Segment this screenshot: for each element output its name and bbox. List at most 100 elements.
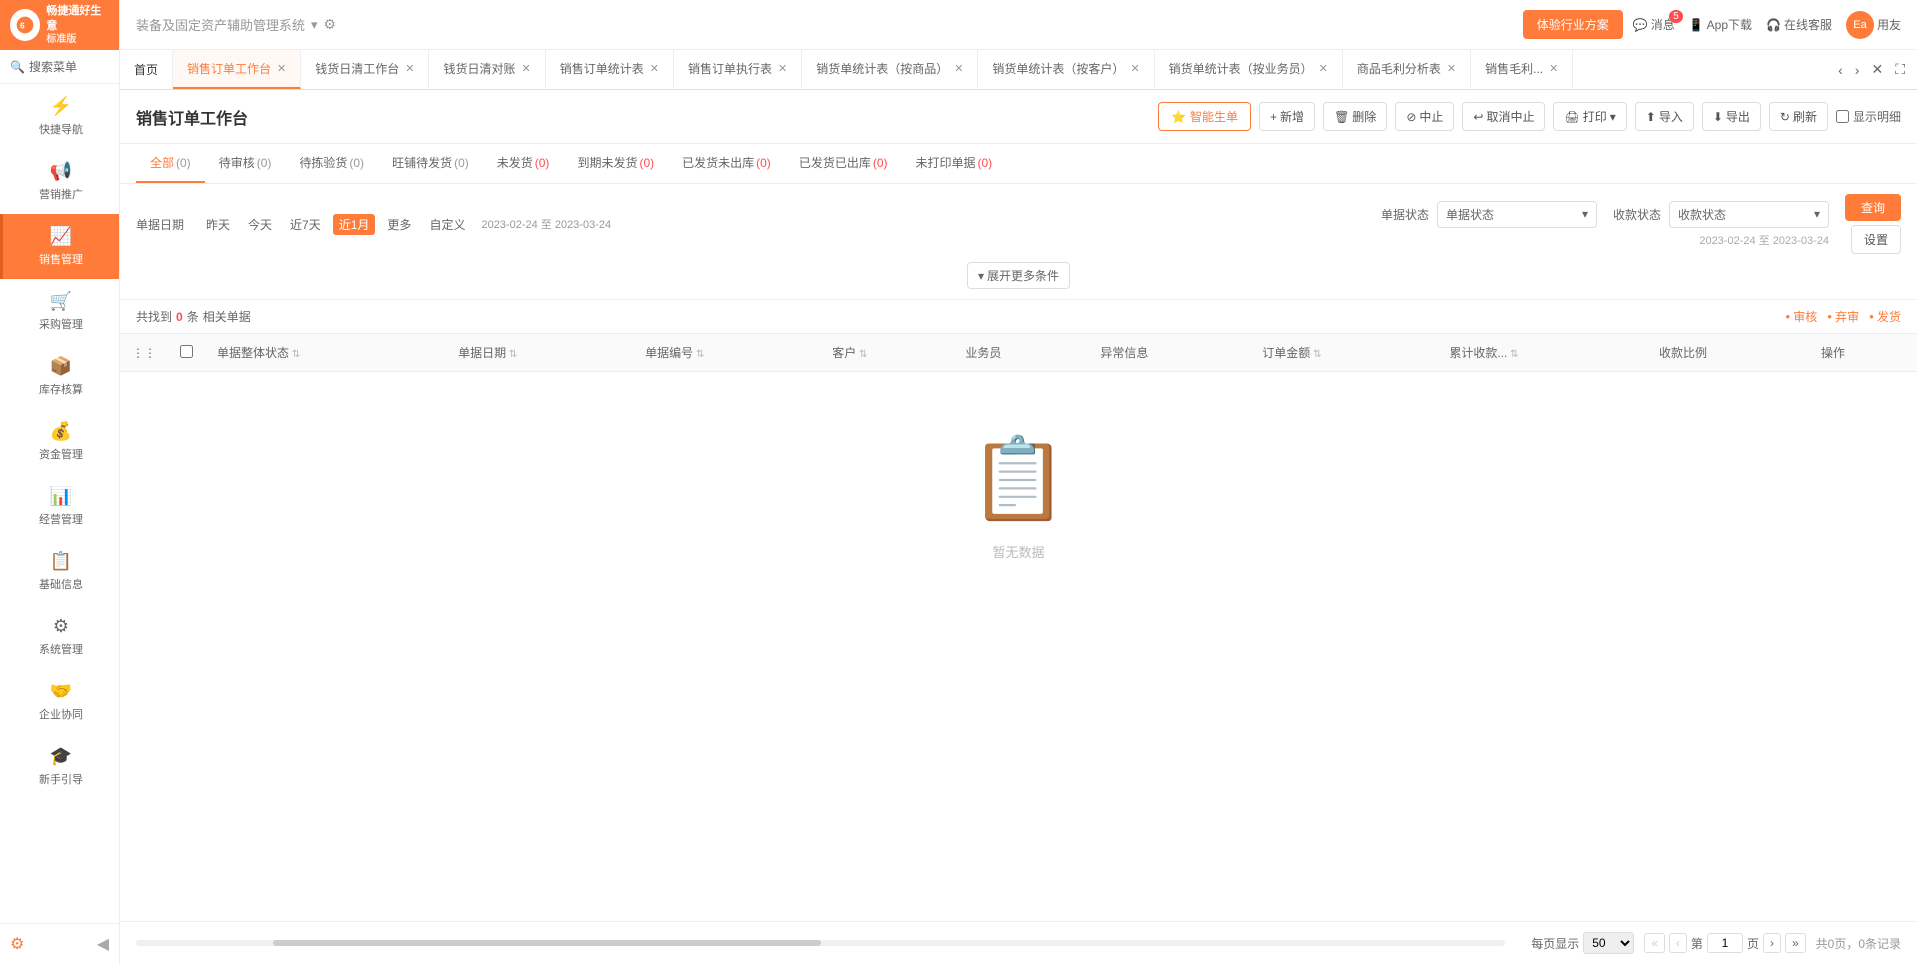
status-filter-select[interactable]: 单据状态 ▾ [1437, 201, 1597, 228]
tab-8[interactable]: 销货单统计表（按业务员）✕ [1155, 50, 1343, 89]
show-detail-label[interactable]: 显示明细 [1836, 108, 1901, 125]
scrollbar-thumb[interactable] [273, 940, 821, 946]
th-累计收款...[interactable]: 累计收款... [1437, 334, 1647, 372]
sidebar-search[interactable]: 🔍 搜索菜单 [0, 50, 119, 84]
sidebar-item-销售管理[interactable]: 📈销售管理 [0, 214, 119, 279]
sub-tab-待拣验货[interactable]: 待拣验货(0) [285, 144, 378, 183]
settings-icon[interactable]: ⚙ [10, 934, 24, 954]
tab-4[interactable]: 销售订单统计表✕ [546, 50, 674, 89]
sidebar-item-新手引导[interactable]: 🎓新手引导 [0, 734, 119, 799]
show-detail-checkbox[interactable] [1836, 110, 1849, 123]
sidebar-item-采购管理[interactable]: 🛒采购管理 [0, 279, 119, 344]
date-option-自定义[interactable]: 自定义 [423, 214, 471, 235]
review-btn[interactable]: 审核 [1785, 308, 1817, 325]
tab-close-icon[interactable]: ✕ [405, 62, 414, 75]
expand-btn[interactable]: ▾ 展开更多条件 [967, 262, 1070, 289]
date-option-近7天[interactable]: 近7天 [284, 214, 327, 235]
sidebar-item-库存核算[interactable]: 📦库存核算 [0, 344, 119, 409]
prev-page-btn[interactable]: ‹ [1669, 933, 1687, 953]
sidebar-item-快捷导航[interactable]: ⚡快捷导航 [0, 84, 119, 149]
tab-close-icon[interactable]: ✕ [1549, 62, 1558, 75]
tabs-close-btn[interactable]: ✕ [1867, 59, 1887, 80]
industry-btn[interactable]: 体验行业方案 [1523, 10, 1623, 39]
tabs-maximize-btn[interactable]: ⛶ [1891, 59, 1909, 80]
nav-label: 新手引导 [39, 771, 83, 787]
export-btn[interactable]: ⬇ 导出 [1702, 102, 1761, 131]
tab-5[interactable]: 销售订单执行表✕ [674, 50, 802, 89]
topbar-actions: 💬 消息 5 📱 App下载 🎧 在线客服 Ea 用友 [1633, 11, 1901, 39]
stop-btn[interactable]: ⊘ 中止 [1395, 102, 1454, 131]
sub-tab-已发货未出库[interactable]: 已发货未出库(0) [668, 144, 785, 183]
tab-7[interactable]: 销货单统计表（按客户）✕ [978, 50, 1154, 89]
sidebar-item-营销推广[interactable]: 📢营销推广 [0, 149, 119, 214]
tab-close-icon[interactable]: ✕ [1447, 62, 1456, 75]
th-订单金额[interactable]: 订单金额 [1250, 334, 1437, 372]
sub-tab-全部[interactable]: 全部(0) [136, 144, 205, 183]
last-page-btn[interactable]: » [1785, 933, 1806, 953]
sidebar-item-经营管理[interactable]: 📊经营管理 [0, 474, 119, 539]
set-btn[interactable]: 设置 [1851, 225, 1901, 254]
per-page-select[interactable]: 50 10 20 100 [1583, 932, 1634, 954]
ship-btn[interactable]: 发货 [1869, 308, 1901, 325]
app-download-action[interactable]: 📱 App下载 [1689, 16, 1752, 33]
tab-10[interactable]: 销售毛利...✕ [1471, 50, 1573, 89]
th-单据编号[interactable]: 单据编号 [633, 334, 820, 372]
sidebar-item-基础信息[interactable]: 📋基础信息 [0, 539, 119, 604]
tab-close-icon[interactable]: ✕ [1130, 62, 1139, 75]
query-btn[interactable]: 查询 [1845, 194, 1901, 221]
smart-btn[interactable]: ⭐ 智能生单 [1158, 102, 1251, 131]
first-page-btn[interactable]: « [1644, 933, 1665, 953]
date-option-更多[interactable]: 更多 [381, 214, 417, 235]
sub-tab-未打印单据[interactable]: 未打印单据(0) [902, 144, 1007, 183]
tab-6[interactable]: 销货单统计表（按商品）✕ [802, 50, 978, 89]
select-all-checkbox[interactable] [180, 345, 193, 358]
sidebar-item-系统管理[interactable]: ⚙系统管理 [0, 604, 119, 669]
cancel-stop-btn[interactable]: ↩ 取消中止 [1462, 102, 1545, 131]
tab-9[interactable]: 商品毛利分析表✕ [1343, 50, 1471, 89]
add-btn[interactable]: + 新增 [1259, 102, 1315, 131]
tab-close-icon[interactable]: ✕ [277, 62, 286, 75]
tabs-prev-btn[interactable]: ‹ [1834, 60, 1847, 80]
import-btn[interactable]: ⬆ 导入 [1635, 102, 1694, 131]
sub-tab-未发货[interactable]: 未发货(0) [483, 144, 564, 183]
tabs-bar: 首页 销售订单工作台✕钱货日清工作台✕钱货日清对账✕销售订单统计表✕销售订单执行… [120, 50, 1917, 90]
date-option-昨天[interactable]: 昨天 [200, 214, 236, 235]
tab-close-icon[interactable]: ✕ [1319, 62, 1328, 75]
topbar-dropdown-icon[interactable]: ▾ [311, 17, 318, 33]
nav-icon: ⚙ [53, 616, 69, 637]
sub-tab-到期未发货[interactable]: 到期未发货(0) [563, 144, 668, 183]
message-action[interactable]: 💬 消息 5 [1633, 16, 1675, 33]
toolbar-right: 审核 弃审 发货 [1785, 308, 1901, 325]
th-单据日期[interactable]: 单据日期 [446, 334, 633, 372]
sidebar-item-企业协同[interactable]: 🤝企业协同 [0, 669, 119, 734]
tab-close-icon[interactable]: ✕ [522, 62, 531, 75]
tab-home[interactable]: 首页 [120, 51, 173, 88]
user-action[interactable]: Ea 用友 [1846, 11, 1901, 39]
next-page-btn[interactable]: › [1763, 933, 1781, 953]
sub-tab-已发货已出库[interactable]: 已发货已出库(0) [785, 144, 902, 183]
online-service-action[interactable]: 🎧 在线客服 [1766, 16, 1832, 33]
tab-close-icon[interactable]: ✕ [954, 62, 963, 75]
tab-3[interactable]: 钱货日清对账✕ [429, 50, 545, 89]
sub-tab-旺铺待发货[interactable]: 旺铺待发货(0) [378, 144, 483, 183]
collapse-icon[interactable]: ◀ [97, 934, 109, 954]
tab-2[interactable]: 钱货日清工作台✕ [301, 50, 429, 89]
th-单据整体状态[interactable]: 单据整体状态 [205, 334, 446, 372]
date-option-近1月[interactable]: 近1月 [333, 214, 376, 235]
page-input[interactable] [1707, 933, 1743, 953]
tab-close-icon[interactable]: ✕ [778, 62, 787, 75]
tab-1[interactable]: 销售订单工作台✕ [173, 50, 301, 89]
sub-tab-待审核[interactable]: 待审核(0) [205, 144, 286, 183]
cancel-review-btn[interactable]: 弃审 [1827, 308, 1859, 325]
print-btn[interactable]: 🖨 打印 ▾ [1553, 102, 1626, 131]
topbar-title: 装备及固定资产辅助管理系统 ▾ ⚙ [136, 15, 1513, 34]
th-客户[interactable]: 客户 [820, 334, 953, 372]
date-option-今天[interactable]: 今天 [242, 214, 278, 235]
sidebar-item-资金管理[interactable]: 💰资金管理 [0, 409, 119, 474]
tab-close-icon[interactable]: ✕ [650, 62, 659, 75]
delete-btn[interactable]: 🗑 删除 [1323, 102, 1387, 131]
topbar-settings-icon[interactable]: ⚙ [324, 16, 337, 33]
tabs-next-btn[interactable]: › [1851, 60, 1864, 80]
refresh-btn[interactable]: ↻ 刷新 [1769, 102, 1828, 131]
payment-filter-select[interactable]: 收款状态 ▾ [1669, 201, 1829, 228]
